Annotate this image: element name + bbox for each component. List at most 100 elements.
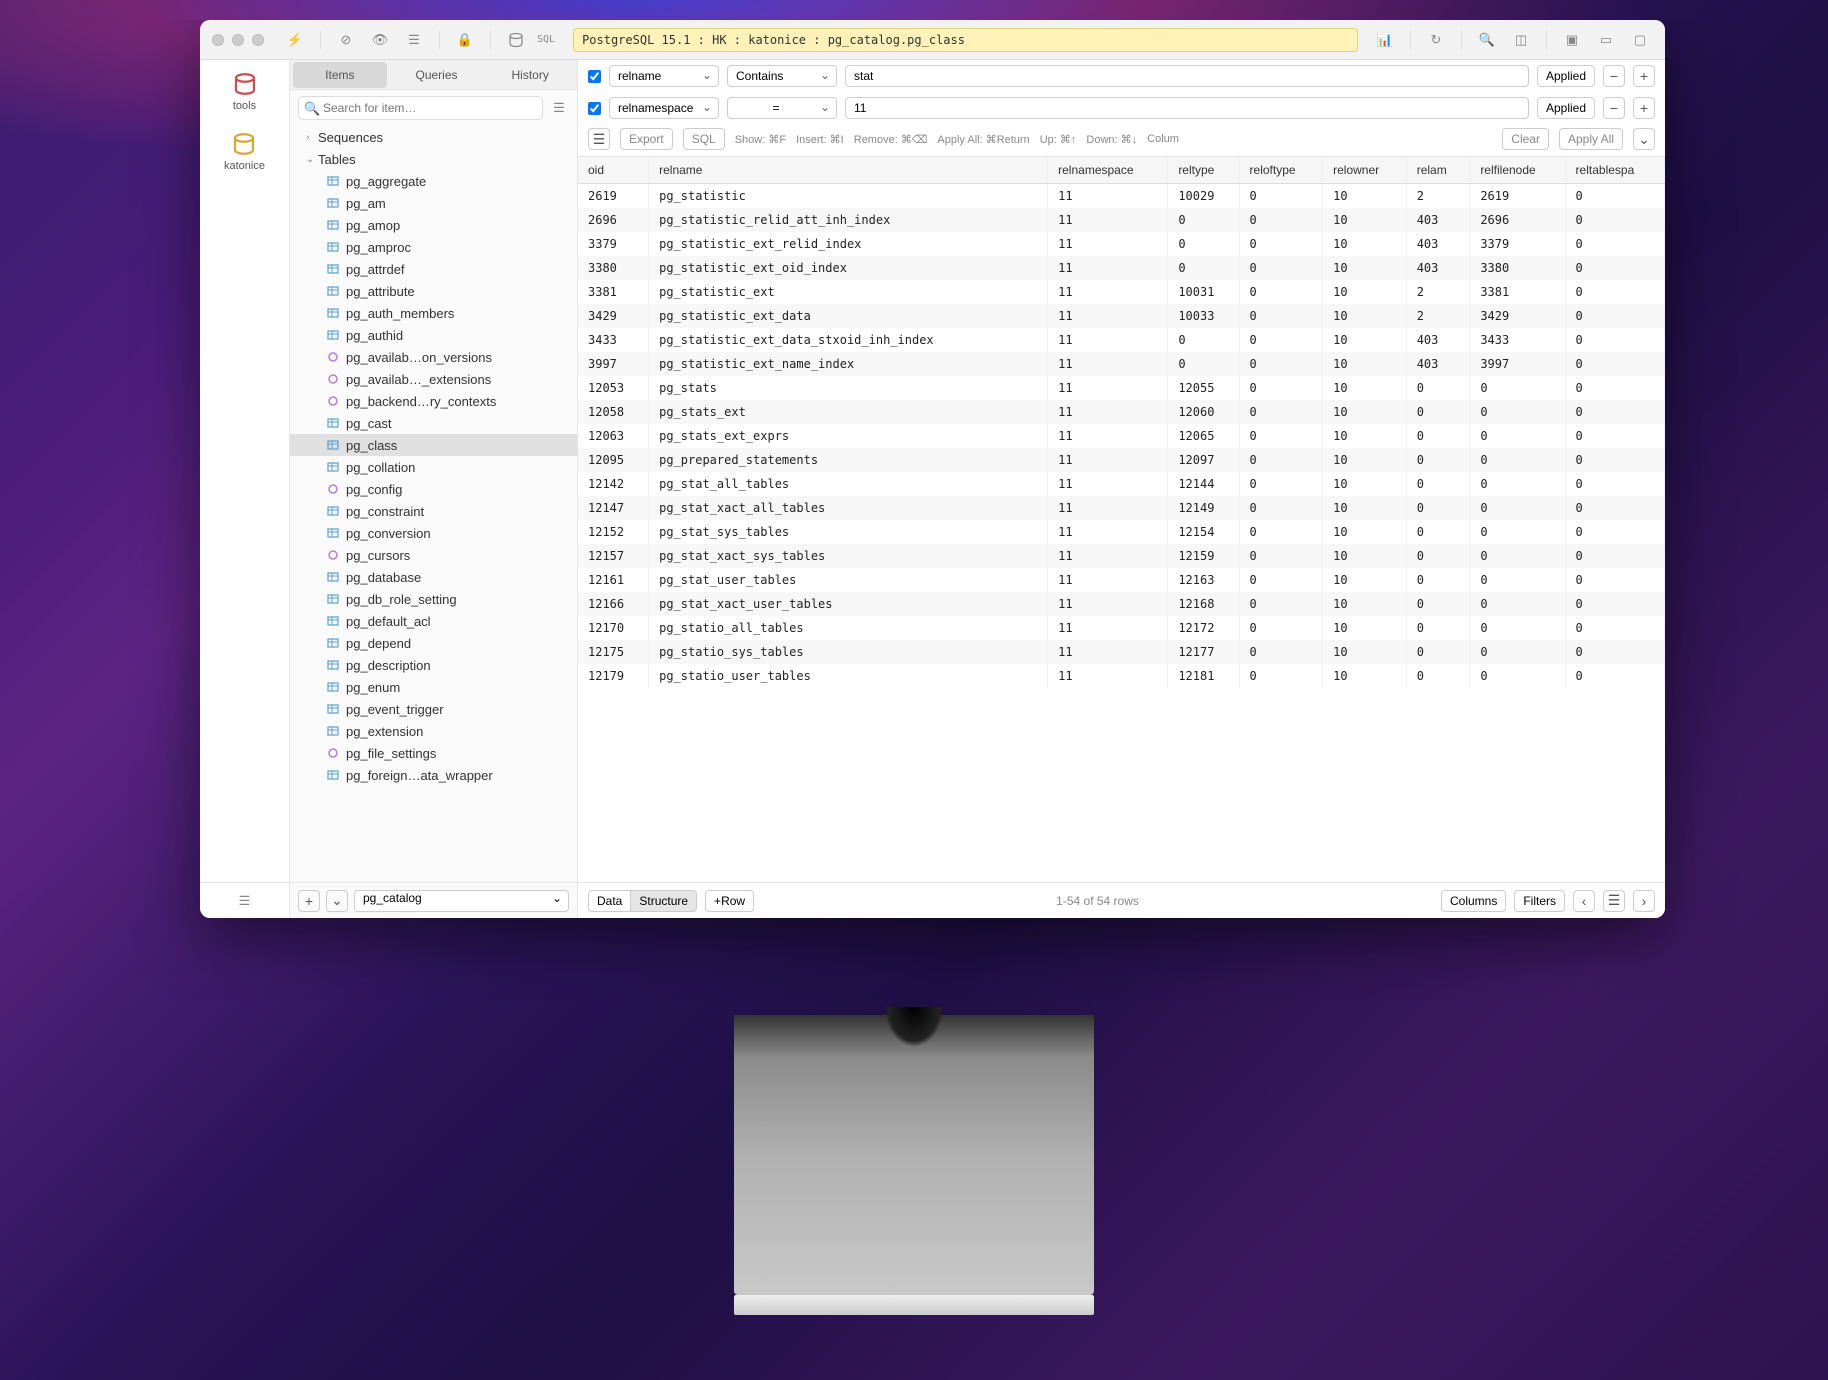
- table-row[interactable]: 3379pg_statistic_ext_relid_index11001040…: [578, 232, 1665, 256]
- table-item[interactable]: pg_depend: [290, 632, 577, 654]
- data-grid[interactable]: oidrelnamerelnamespacereltypereloftypere…: [578, 157, 1665, 882]
- column-header[interactable]: oid: [578, 157, 649, 184]
- table-row[interactable]: 12147pg_stat_xact_all_tables111214901000…: [578, 496, 1665, 520]
- filter1-column[interactable]: relname: [609, 65, 719, 87]
- sql-button[interactable]: SQL: [683, 128, 725, 150]
- chart-icon[interactable]: 📊: [1372, 27, 1398, 53]
- table-item[interactable]: pg_event_trigger: [290, 698, 577, 720]
- column-header[interactable]: relam: [1406, 157, 1470, 184]
- filter1-remove[interactable]: −: [1603, 65, 1625, 87]
- tab-queries[interactable]: Queries: [390, 62, 484, 88]
- table-item[interactable]: pg_backend…ry_contexts: [290, 390, 577, 412]
- table-item[interactable]: pg_am: [290, 192, 577, 214]
- table-row[interactable]: 12053pg_stats1112055010000: [578, 376, 1665, 400]
- table-item[interactable]: pg_constraint: [290, 500, 577, 522]
- table-row[interactable]: 3429pg_statistic_ext_data111003301023429…: [578, 304, 1665, 328]
- database-icon[interactable]: [503, 27, 529, 53]
- apply-dropdown[interactable]: ⌄: [1633, 128, 1655, 150]
- table-item[interactable]: pg_collation: [290, 456, 577, 478]
- filter2-value[interactable]: [845, 97, 1529, 119]
- rail-settings-icon[interactable]: ☰: [200, 882, 289, 918]
- table-row[interactable]: 3997pg_statistic_ext_name_index110010403…: [578, 352, 1665, 376]
- table-row[interactable]: 12179pg_statio_user_tables1112181010000: [578, 664, 1665, 688]
- table-item[interactable]: pg_class: [290, 434, 577, 456]
- table-row[interactable]: 3433pg_statistic_ext_data_stxoid_inh_ind…: [578, 328, 1665, 352]
- add-button[interactable]: +: [298, 890, 320, 912]
- refresh-icon[interactable]: ↻: [1423, 27, 1449, 53]
- sidebar-filter-icon[interactable]: ☰: [549, 100, 569, 116]
- search-icon[interactable]: 🔍: [1474, 27, 1500, 53]
- schema-select[interactable]: pg_catalog: [354, 890, 569, 912]
- table-item[interactable]: pg_extension: [290, 720, 577, 742]
- filter2-op[interactable]: =: [727, 97, 837, 119]
- tools-connection[interactable]: tools: [233, 72, 257, 112]
- table-item[interactable]: pg_enum: [290, 676, 577, 698]
- filter2-checkbox[interactable]: [588, 102, 601, 115]
- table-row[interactable]: 12063pg_stats_ext_exprs1112065010000: [578, 424, 1665, 448]
- table-row[interactable]: 12157pg_stat_xact_sys_tables111215901000…: [578, 544, 1665, 568]
- column-header[interactable]: relfilenode: [1470, 157, 1565, 184]
- action-settings-icon[interactable]: ☰: [588, 128, 610, 150]
- table-item[interactable]: pg_amproc: [290, 236, 577, 258]
- table-item[interactable]: pg_cursors: [290, 544, 577, 566]
- table-row[interactable]: 12152pg_stat_sys_tables1112154010000: [578, 520, 1665, 544]
- stop-icon[interactable]: ⊘: [333, 27, 359, 53]
- table-row[interactable]: 3381pg_statistic_ext1110031010233810: [578, 280, 1665, 304]
- columns-button[interactable]: Columns: [1441, 890, 1506, 912]
- column-header[interactable]: relowner: [1323, 157, 1407, 184]
- eye-icon[interactable]: 👁: [367, 27, 393, 53]
- table-item[interactable]: pg_default_acl: [290, 610, 577, 632]
- apply-all-button[interactable]: Apply All: [1559, 128, 1623, 150]
- group-tables[interactable]: ⌄Tables: [290, 148, 577, 170]
- table-item[interactable]: pg_database: [290, 566, 577, 588]
- table-row[interactable]: 12170pg_statio_all_tables1112172010000: [578, 616, 1665, 640]
- table-row[interactable]: 2619pg_statistic1110029010226190: [578, 184, 1665, 209]
- sidebar-search-input[interactable]: [298, 96, 543, 120]
- table-row[interactable]: 12095pg_prepared_statements1112097010000: [578, 448, 1665, 472]
- table-item[interactable]: pg_cast: [290, 412, 577, 434]
- tab-history[interactable]: History: [483, 62, 577, 88]
- filter1-op[interactable]: Contains: [727, 65, 837, 87]
- table-item[interactable]: pg_file_settings: [290, 742, 577, 764]
- table-item[interactable]: pg_foreign…ata_wrapper: [290, 764, 577, 786]
- table-item[interactable]: pg_aggregate: [290, 170, 577, 192]
- data-tab[interactable]: Data: [588, 890, 631, 912]
- page-options-icon[interactable]: ☰: [1603, 890, 1625, 912]
- column-header[interactable]: reltablespa: [1565, 157, 1664, 184]
- table-row[interactable]: 12175pg_statio_sys_tables1112177010000: [578, 640, 1665, 664]
- export-button[interactable]: Export: [620, 128, 673, 150]
- bolt-icon[interactable]: ⚡: [282, 27, 308, 53]
- table-row[interactable]: 2696pg_statistic_relid_att_inh_index1100…: [578, 208, 1665, 232]
- column-header[interactable]: reloftype: [1239, 157, 1323, 184]
- filter2-column[interactable]: relnamespace: [609, 97, 719, 119]
- panel-right-icon[interactable]: ▢: [1627, 27, 1653, 53]
- table-item[interactable]: pg_attribute: [290, 280, 577, 302]
- filters-button[interactable]: Filters: [1514, 890, 1565, 912]
- minimize-window-button[interactable]: [232, 34, 244, 46]
- table-item[interactable]: pg_db_role_setting: [290, 588, 577, 610]
- table-item[interactable]: pg_authid: [290, 324, 577, 346]
- table-item[interactable]: pg_description: [290, 654, 577, 676]
- location-field[interactable]: PostgreSQL 15.1 : HK : katonice : pg_cat…: [573, 28, 1358, 52]
- tab-items[interactable]: Items: [293, 62, 387, 88]
- table-row[interactable]: 12058pg_stats_ext1112060010000: [578, 400, 1665, 424]
- next-page-button[interactable]: ›: [1633, 890, 1655, 912]
- column-header[interactable]: relnamespace: [1048, 157, 1168, 184]
- column-header[interactable]: relname: [649, 157, 1048, 184]
- filter1-add[interactable]: +: [1633, 65, 1655, 87]
- clear-button[interactable]: Clear: [1502, 128, 1549, 150]
- filter2-add[interactable]: +: [1633, 97, 1655, 119]
- table-item[interactable]: pg_availab…on_versions: [290, 346, 577, 368]
- table-item[interactable]: pg_config: [290, 478, 577, 500]
- panel-bottom-icon[interactable]: ▭: [1593, 27, 1619, 53]
- add-row-button[interactable]: + Row: [705, 890, 754, 912]
- list-icon[interactable]: ☰: [401, 27, 427, 53]
- structure-tab[interactable]: Structure: [631, 890, 697, 912]
- prev-page-button[interactable]: ‹: [1573, 890, 1595, 912]
- table-row[interactable]: 3380pg_statistic_ext_oid_index1100104033…: [578, 256, 1665, 280]
- table-item[interactable]: pg_amop: [290, 214, 577, 236]
- table-row[interactable]: 12161pg_stat_user_tables1112163010000: [578, 568, 1665, 592]
- split-icon[interactable]: ◫: [1508, 27, 1534, 53]
- more-button[interactable]: ⌄: [326, 890, 348, 912]
- table-row[interactable]: 12166pg_stat_xact_user_tables11121680100…: [578, 592, 1665, 616]
